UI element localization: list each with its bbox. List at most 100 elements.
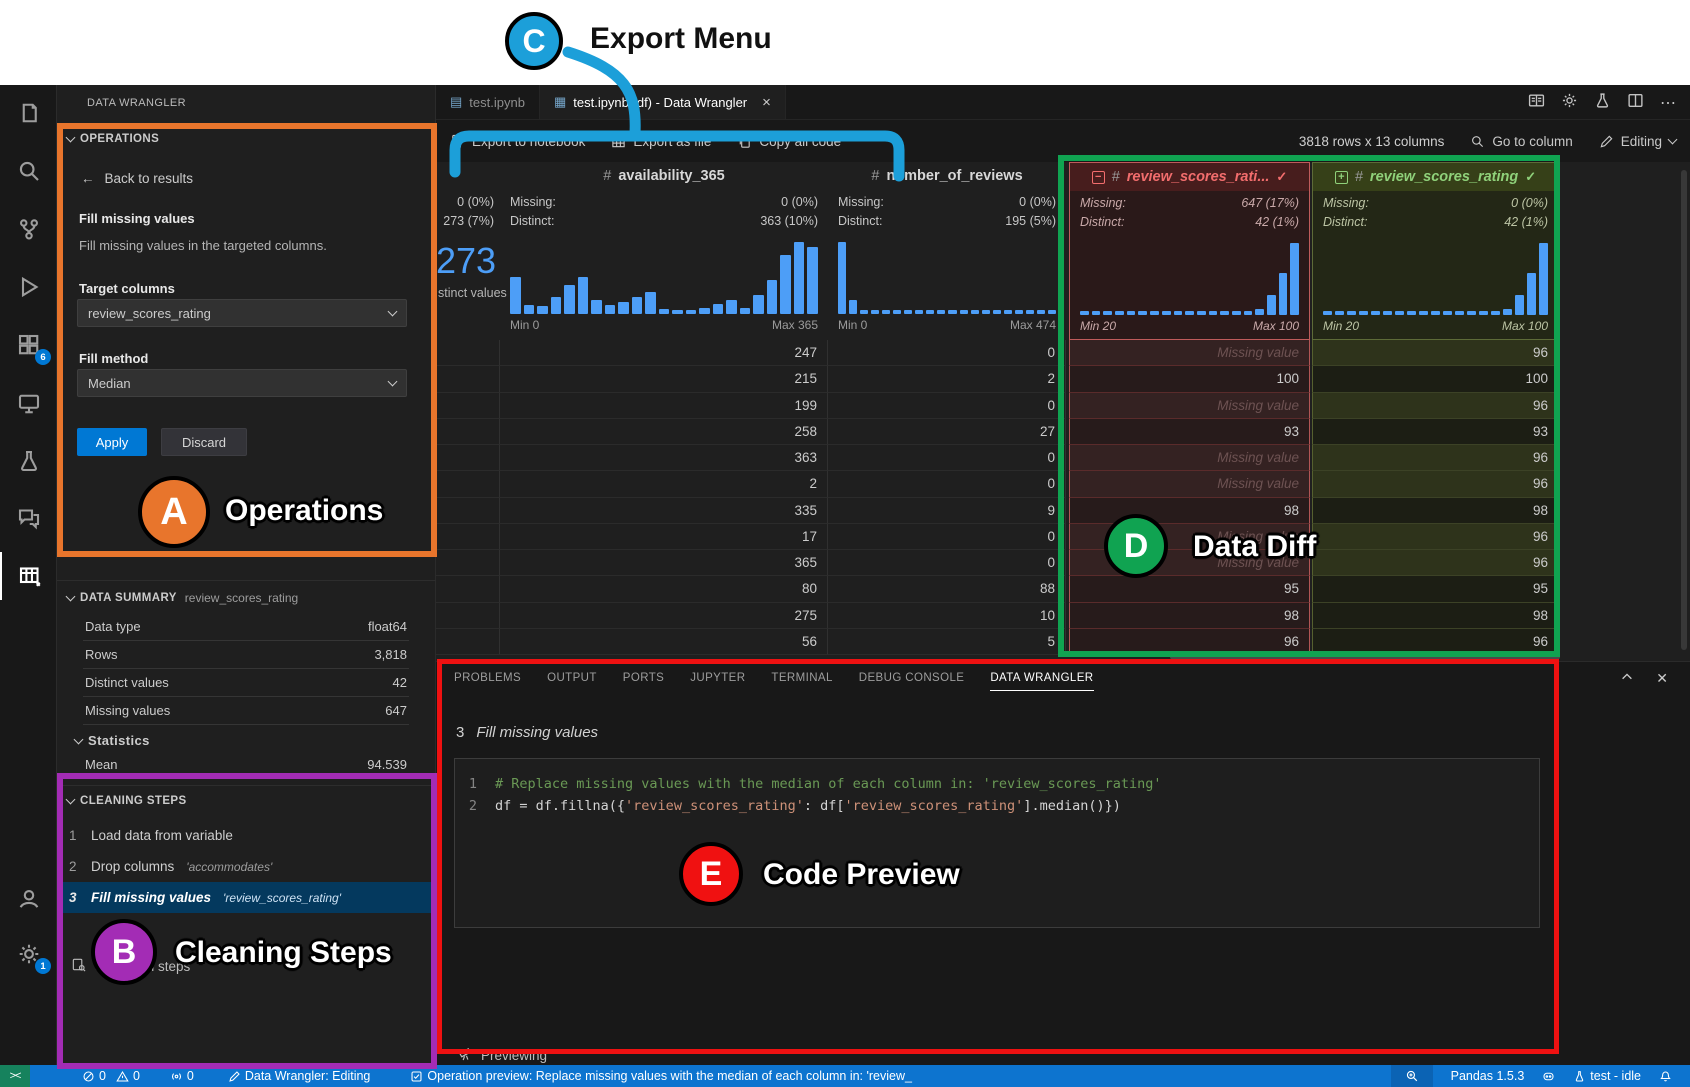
table-cell-new[interactable]: 93 bbox=[1312, 419, 1559, 445]
code-preview-block[interactable]: 1# Replace missing values with the media… bbox=[454, 758, 1540, 928]
cleaning-step[interactable]: 2Drop columns'accommodates' bbox=[57, 851, 436, 882]
apply-button[interactable]: Apply bbox=[77, 428, 147, 456]
go-to-column-button[interactable]: Go to column bbox=[1470, 134, 1572, 149]
column-header-availability-365[interactable]: #availability_365 Missing:0 (0%) Distinc… bbox=[500, 162, 828, 340]
table-cell[interactable]: 80 bbox=[500, 576, 828, 602]
table-cell-old[interactable]: Missing value bbox=[1069, 524, 1310, 550]
pandas-version-status[interactable]: Pandas 1.5.3 bbox=[1451, 1069, 1525, 1083]
kernel-status[interactable]: test - idle bbox=[1573, 1069, 1641, 1083]
table-cell-old[interactable]: Missing value bbox=[1069, 393, 1310, 419]
problems-status[interactable]: 0 0 bbox=[82, 1069, 140, 1083]
table-cell[interactable] bbox=[436, 393, 500, 419]
beaker-icon[interactable] bbox=[1594, 92, 1611, 114]
target-columns-select[interactable]: review_scores_rating bbox=[77, 299, 407, 327]
table-cell[interactable] bbox=[436, 550, 500, 576]
fill-method-select[interactable]: Median bbox=[77, 369, 407, 397]
table-cell[interactable] bbox=[436, 576, 500, 602]
table-cell-new[interactable]: 96 bbox=[1312, 445, 1559, 471]
cleaning-steps-header[interactable]: CLEANING STEPS bbox=[67, 795, 187, 807]
table-cell[interactable]: 2 bbox=[828, 366, 1066, 392]
table-cell[interactable]: 0 bbox=[828, 524, 1066, 550]
table-cell[interactable]: 275 bbox=[500, 603, 828, 629]
table-row[interactable]: 2470Missing value96 bbox=[436, 340, 1690, 366]
table-cell[interactable]: 335 bbox=[500, 498, 828, 524]
table-cell-new[interactable]: 96 bbox=[1312, 340, 1559, 366]
table-cell-old[interactable]: Missing value bbox=[1069, 340, 1310, 366]
table-cell-old[interactable]: 98 bbox=[1069, 498, 1310, 524]
table-row[interactable]: 258279393 bbox=[436, 419, 1690, 445]
operations-section-header[interactable]: OPERATIONS bbox=[67, 133, 159, 145]
collapse-panel-icon[interactable] bbox=[1620, 670, 1634, 687]
table-cell-new[interactable]: 96 bbox=[1312, 393, 1559, 419]
table-cell[interactable]: 258 bbox=[500, 419, 828, 445]
column-header-review-scores-rating-new[interactable]: +#review_scores_rating✓ Missing:0 (0%) D… bbox=[1312, 162, 1559, 340]
statistics-header[interactable]: Statistics bbox=[75, 733, 150, 748]
table-cell-new[interactable]: 96 bbox=[1312, 471, 1559, 497]
table-row[interactable]: 33599898 bbox=[436, 498, 1690, 524]
table-row[interactable]: 5659696 bbox=[436, 629, 1690, 655]
operation-preview-status[interactable]: Operation preview: Replace missing value… bbox=[410, 1069, 912, 1083]
table-cell[interactable]: 5 bbox=[828, 629, 1066, 655]
table-cell[interactable] bbox=[436, 471, 500, 497]
table-row[interactable]: 2152100100 bbox=[436, 366, 1690, 392]
editing-mode-button[interactable]: Editing bbox=[1599, 134, 1676, 149]
table-cell-old[interactable]: Missing value bbox=[1069, 445, 1310, 471]
table-cell-new[interactable]: 98 bbox=[1312, 603, 1559, 629]
table-cell[interactable]: 0 bbox=[828, 471, 1066, 497]
table-cell[interactable]: 27 bbox=[828, 419, 1066, 445]
panel-tab[interactable]: PORTS bbox=[623, 672, 664, 691]
export-as-file-button[interactable]: Export as file bbox=[611, 134, 711, 149]
code-for-all-steps-button[interactable]: ode for all steps bbox=[71, 957, 190, 975]
back-to-results-button[interactable]: ←Back to results bbox=[81, 171, 193, 186]
table-cell-new[interactable]: 95 bbox=[1312, 576, 1559, 602]
account-icon[interactable] bbox=[0, 875, 57, 923]
editor-tab[interactable]: ▦test.ipynb (df) - Data Wrangler× bbox=[540, 85, 786, 119]
search-icon[interactable] bbox=[0, 147, 57, 195]
table-row[interactable]: 170Missing value96 bbox=[436, 524, 1690, 550]
vertical-scrollbar[interactable] bbox=[1681, 170, 1687, 650]
panel-tab[interactable]: JUPYTER bbox=[690, 672, 745, 691]
table-row[interactable]: 1990Missing value96 bbox=[436, 393, 1690, 419]
table-cell[interactable]: 10 bbox=[828, 603, 1066, 629]
table-cell[interactable]: 2 bbox=[500, 471, 828, 497]
comments-icon[interactable] bbox=[0, 494, 57, 542]
table-cell-new[interactable]: 96 bbox=[1312, 629, 1559, 655]
table-cell-new[interactable]: 98 bbox=[1312, 498, 1559, 524]
column-header-partial[interactable]: 0 (0%) 273 (7%) 273 stinct values bbox=[436, 162, 500, 340]
table-cell[interactable] bbox=[436, 629, 500, 655]
cleaning-step[interactable]: 3Fill missing values'review_scores_ratin… bbox=[57, 882, 436, 913]
zoom-indicator[interactable] bbox=[1391, 1065, 1433, 1087]
table-cell[interactable]: 88 bbox=[828, 576, 1066, 602]
ports-status[interactable]: 0 bbox=[170, 1069, 194, 1083]
settings-gear-icon[interactable] bbox=[1561, 92, 1578, 114]
table-cell[interactable]: 0 bbox=[828, 445, 1066, 471]
table-cell-old[interactable]: Missing value bbox=[1069, 471, 1310, 497]
table-cell-old[interactable]: 100 bbox=[1069, 366, 1310, 392]
data-wrangler-icon[interactable] bbox=[0, 552, 57, 600]
table-cell[interactable] bbox=[436, 445, 500, 471]
panel-tab[interactable]: OUTPUT bbox=[547, 672, 597, 691]
panel-tab[interactable]: DEBUG CONSOLE bbox=[859, 672, 965, 691]
table-cell-new[interactable]: 96 bbox=[1312, 524, 1559, 550]
testing-icon[interactable] bbox=[0, 437, 57, 485]
table-cell[interactable]: 0 bbox=[828, 393, 1066, 419]
table-row[interactable]: 275109898 bbox=[436, 603, 1690, 629]
table-cell[interactable] bbox=[436, 603, 500, 629]
split-editor-icon[interactable] bbox=[1627, 92, 1644, 114]
table-cell[interactable]: 215 bbox=[500, 366, 828, 392]
copilot-icon[interactable] bbox=[1542, 1070, 1555, 1083]
table-cell-old[interactable]: 93 bbox=[1069, 419, 1310, 445]
table-row[interactable]: 20Missing value96 bbox=[436, 471, 1690, 497]
toolbar-more-button[interactable]: ⋯ bbox=[867, 133, 881, 149]
run-debug-icon[interactable] bbox=[0, 263, 57, 311]
table-cell[interactable]: 247 bbox=[500, 340, 828, 366]
cleaning-step[interactable]: 1Load data from variable bbox=[57, 820, 436, 851]
panel-tab[interactable]: DATA WRANGLER bbox=[990, 672, 1093, 691]
remote-indicator[interactable]: >< bbox=[0, 1065, 30, 1087]
table-cell[interactable] bbox=[436, 524, 500, 550]
data-wrangler-editing-status[interactable]: Data Wrangler: Editing bbox=[228, 1069, 371, 1083]
table-cell[interactable]: 365 bbox=[500, 550, 828, 576]
discard-button[interactable]: Discard bbox=[161, 428, 247, 456]
close-icon[interactable]: × bbox=[762, 94, 771, 111]
settings-gear-icon[interactable]: 1 bbox=[0, 930, 57, 978]
